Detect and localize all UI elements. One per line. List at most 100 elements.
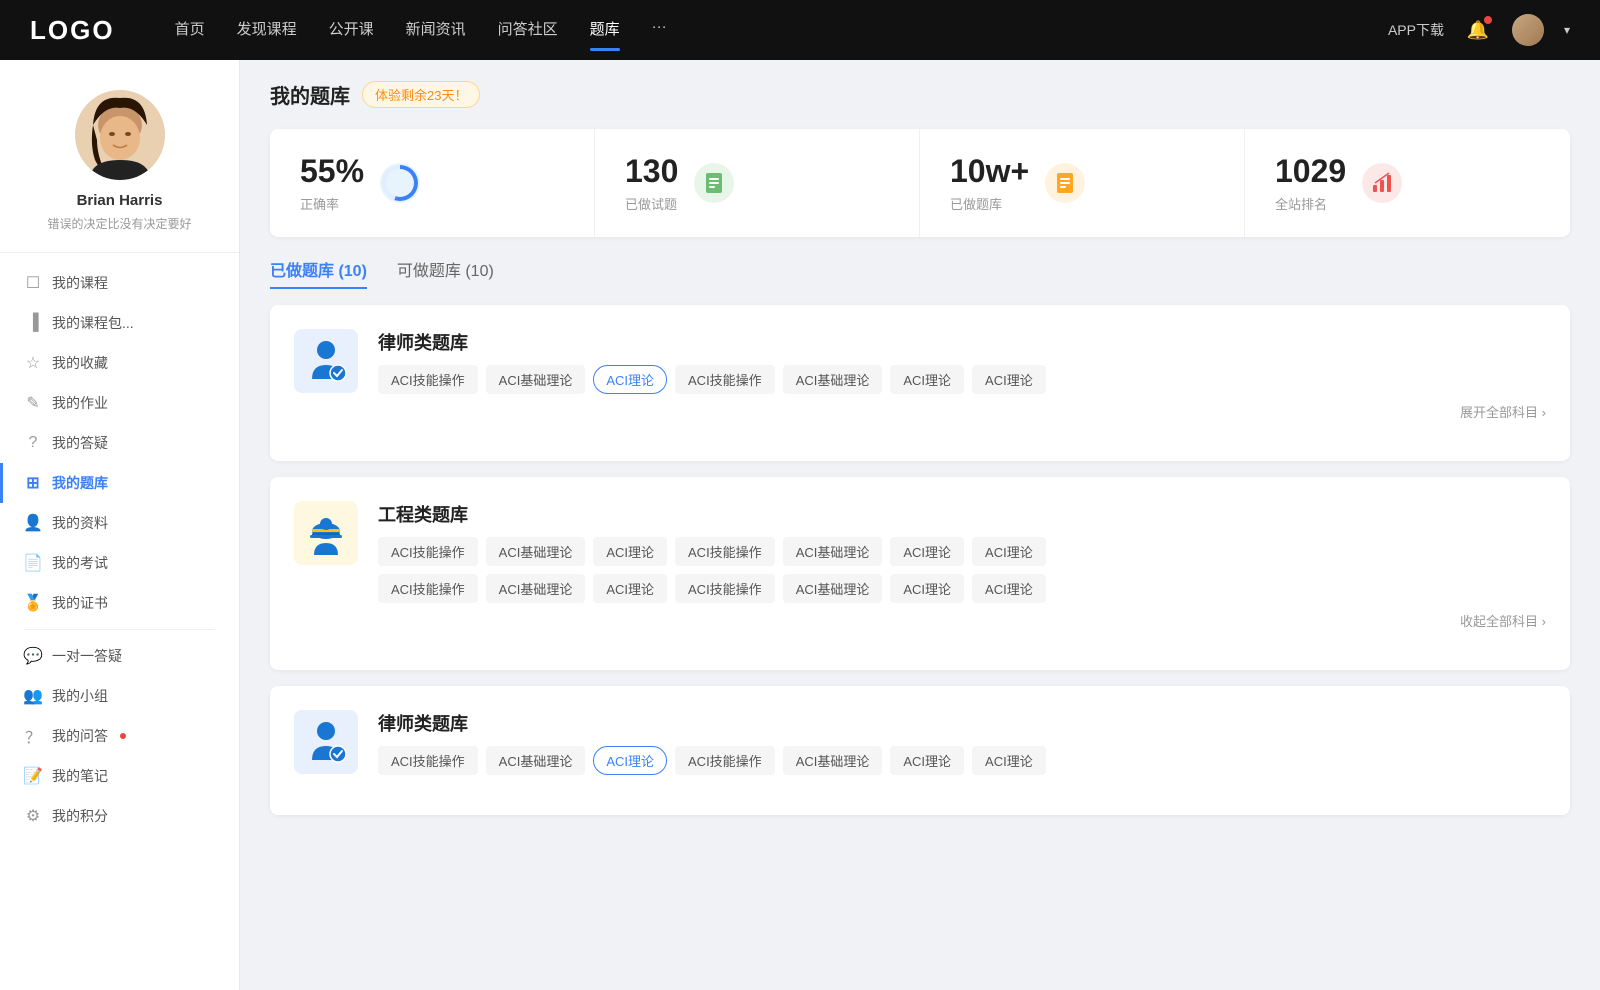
notification-bell-icon[interactable] (1464, 16, 1492, 44)
menu-label: 我的证书 (52, 593, 108, 613)
tag[interactable]: ACI技能操作 (378, 574, 478, 603)
document-icon: 📄 (24, 554, 42, 572)
stat-value: 55% (300, 153, 364, 190)
sidebar-item-group[interactable]: 👥 我的小组 (0, 676, 239, 716)
stat-correct-rate: 55% 正确率 (270, 129, 595, 237)
doc-orange-icon (1045, 163, 1085, 203)
tag[interactable]: ACI基础理论 (486, 574, 586, 603)
expand-link[interactable]: 展开全部科目 › (378, 402, 1546, 421)
tag[interactable]: ACI理论 (593, 574, 667, 603)
tag[interactable]: ACI技能操作 (378, 746, 478, 775)
sidebar-item-notes[interactable]: 📝 我的笔记 (0, 756, 239, 796)
tag-highlighted[interactable]: ACI理论 (593, 746, 667, 775)
tag[interactable]: ACI基础理论 (783, 365, 883, 394)
question-circle-icon: ? (24, 434, 42, 452)
nav-opencourse[interactable]: 公开课 (329, 18, 374, 43)
notification-badge (1484, 16, 1492, 24)
qbank-header: 律师类题库 ACI技能操作 ACI基础理论 ACI理论 ACI技能操作 ACI基… (294, 329, 1546, 421)
tag[interactable]: ACI基础理论 (486, 746, 586, 775)
avatar-image (75, 90, 165, 180)
sidebar-item-my-qa[interactable]: ？ 我的问答 (0, 716, 239, 756)
stat-text: 55% 正确率 (300, 153, 364, 213)
tag[interactable]: ACI理论 (972, 365, 1046, 394)
tag[interactable]: ACI理论 (890, 537, 964, 566)
menu-label: 我的笔记 (52, 766, 108, 786)
notification-dot (120, 733, 126, 739)
tag-highlighted[interactable]: ACI理论 (593, 365, 667, 394)
file-icon: ☐ (24, 274, 42, 292)
nav-qbank[interactable]: 题库 (590, 18, 620, 43)
qbank-header: 律师类题库 ACI技能操作 ACI基础理论 ACI理论 ACI技能操作 ACI基… (294, 710, 1546, 775)
qbank-icon-lawyer (294, 329, 358, 393)
qbank-card-lawyer-2: 律师类题库 ACI技能操作 ACI基础理论 ACI理论 ACI技能操作 ACI基… (270, 686, 1570, 815)
menu-label: 我的收藏 (52, 353, 108, 373)
qbank-card-lawyer-1: 律师类题库 ACI技能操作 ACI基础理论 ACI理论 ACI技能操作 ACI基… (270, 305, 1570, 461)
tag[interactable]: ACI基础理论 (486, 537, 586, 566)
nav-right: APP下载 ▾ (1388, 14, 1570, 46)
page-title: 我的题库 (270, 80, 350, 109)
stat-label: 已做题库 (950, 194, 1029, 213)
tag[interactable]: ACI基础理论 (783, 574, 883, 603)
nav-discover[interactable]: 发现课程 (237, 18, 297, 43)
qbank-title: 律师类题库 (378, 329, 1546, 355)
tag[interactable]: ACI理论 (890, 365, 964, 394)
tab-todo-banks[interactable]: 可做题库 (10) (397, 257, 494, 289)
nav-more[interactable]: ··· (652, 18, 667, 43)
sidebar-item-my-course[interactable]: ☐ 我的课程 (0, 263, 239, 303)
menu-label: 我的积分 (52, 806, 108, 826)
tab-done-banks[interactable]: 已做题库 (10) (270, 257, 367, 289)
stat-text: 10w+ 已做题库 (950, 153, 1029, 213)
tag[interactable]: ACI基础理论 (783, 746, 883, 775)
stats-row: 55% 正确率 130 已做试题 (270, 129, 1570, 237)
tag[interactable]: ACI理论 (890, 574, 964, 603)
qbank-title: 工程类题库 (378, 501, 1546, 527)
sidebar-item-one-on-one[interactable]: 💬 一对一答疑 (0, 636, 239, 676)
sidebar-item-course-pack[interactable]: ▐ 我的课程包... (0, 303, 239, 343)
sidebar-item-qbank[interactable]: ⊞ 我的题库 (0, 463, 239, 503)
sidebar-item-qa[interactable]: ? 我的答疑 (0, 423, 239, 463)
nav-qa[interactable]: 问答社区 (498, 18, 558, 43)
nav-news[interactable]: 新闻资讯 (406, 18, 466, 43)
menu-label: 我的考试 (52, 553, 108, 573)
tag[interactable]: ACI理论 (972, 746, 1046, 775)
qbank-card-engineer: 工程类题库 ACI技能操作 ACI基础理论 ACI理论 ACI技能操作 ACI基… (270, 477, 1570, 670)
tag[interactable]: ACI技能操作 (675, 574, 775, 603)
tag[interactable]: ACI理论 (972, 537, 1046, 566)
tag[interactable]: ACI基础理论 (783, 537, 883, 566)
menu-label: 我的题库 (52, 473, 108, 493)
menu-label: 我的问答 (52, 726, 108, 746)
app-download-button[interactable]: APP下载 (1388, 20, 1444, 40)
sidebar-item-exam[interactable]: 📄 我的考试 (0, 543, 239, 583)
stat-value: 1029 (1275, 153, 1346, 190)
tag[interactable]: ACI理论 (890, 746, 964, 775)
user-motto: 错误的决定比没有决定要好 (47, 215, 191, 232)
tag[interactable]: ACI技能操作 (675, 365, 775, 394)
user-avatar-nav[interactable] (1512, 14, 1544, 46)
qbank-icon-lawyer2 (294, 710, 358, 774)
main-content: 我的题库 体验剩余23天！ 55% 正确率 130 (240, 60, 1600, 990)
sidebar-item-homework[interactable]: ✎ 我的作业 (0, 383, 239, 423)
sidebar-item-certificate[interactable]: 🏅 我的证书 (0, 583, 239, 623)
user-menu-chevron-icon[interactable]: ▾ (1564, 23, 1570, 37)
collapse-link[interactable]: 收起全部科目 › (378, 611, 1546, 630)
sidebar-item-materials[interactable]: 👤 我的资料 (0, 503, 239, 543)
tag[interactable]: ACI理论 (972, 574, 1046, 603)
menu-label: 我的小组 (52, 686, 108, 706)
grid-icon: ⊞ (24, 474, 42, 492)
sidebar-item-favorites[interactable]: ☆ 我的收藏 (0, 343, 239, 383)
edit-icon: ✎ (24, 394, 42, 412)
sidebar-profile: Brian Harris 错误的决定比没有决定要好 (0, 90, 239, 253)
nav-home[interactable]: 首页 (175, 18, 205, 43)
tag[interactable]: ACI技能操作 (675, 537, 775, 566)
stat-text: 130 已做试题 (625, 153, 678, 213)
tag[interactable]: ACI技能操作 (675, 746, 775, 775)
tag[interactable]: ACI技能操作 (378, 537, 478, 566)
tags-row: ACI技能操作 ACI基础理论 ACI理论 ACI技能操作 ACI基础理论 AC… (378, 746, 1546, 775)
sidebar: Brian Harris 错误的决定比没有决定要好 ☐ 我的课程 ▐ 我的课程包… (0, 60, 240, 990)
tag[interactable]: ACI理论 (593, 537, 667, 566)
menu-label: 我的资料 (52, 513, 108, 533)
nav-links: 首页 发现课程 公开课 新闻资讯 问答社区 题库 ··· (175, 18, 1388, 43)
sidebar-item-points[interactable]: ⚙ 我的积分 (0, 796, 239, 836)
tag[interactable]: ACI技能操作 (378, 365, 478, 394)
tag[interactable]: ACI基础理论 (486, 365, 586, 394)
